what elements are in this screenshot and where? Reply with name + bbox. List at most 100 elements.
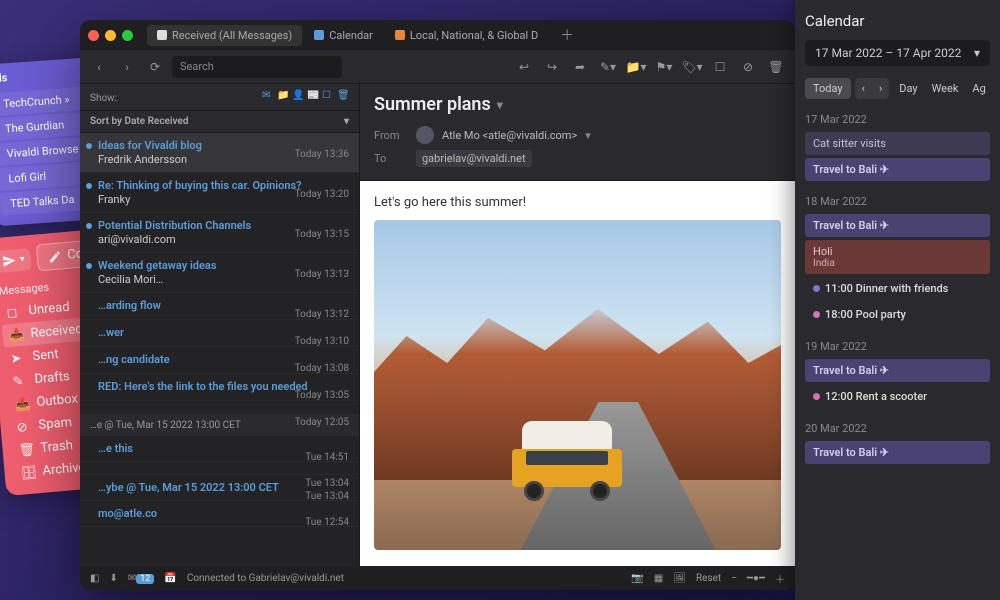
view-ag[interactable]: Ag [966, 78, 991, 99]
app-window: Received (All Messages) Calendar Local, Na… [80, 20, 795, 590]
calendar-event[interactable]: 12:00 Rent a scooter [805, 385, 990, 408]
unread-dot [86, 143, 92, 149]
pencil-icon [47, 249, 62, 264]
tab[interactable]: Received (All Messages) [147, 25, 302, 46]
new-tab-button[interactable]: ＋ [554, 25, 580, 45]
from-value: Atle Mo <atle@vivaldi.com> [442, 129, 577, 142]
tab-bar: Received (All Messages) Calendar Local, Na… [80, 20, 795, 50]
image-toggle-icon[interactable]: 🖼 [673, 573, 686, 584]
filter-icon[interactable]: ✉ [262, 90, 274, 102]
tiling-icon[interactable]: ▦ [654, 573, 663, 584]
calendar-event[interactable]: Travel to Bali ✈ [805, 214, 990, 237]
calendar-event[interactable]: Travel to Bali ✈ [805, 158, 990, 181]
tag-button[interactable]: 🏷▾ [681, 56, 703, 78]
message-item[interactable]: …ybe @ Tue, Mar 15 2022 13:00 CETTue 13:… [80, 475, 359, 501]
move-button[interactable]: 📁▾ [625, 56, 647, 78]
today-button[interactable]: Today [805, 78, 851, 99]
filter-icon[interactable]: 📰 [307, 90, 319, 102]
unread-dot [86, 183, 92, 189]
forward-mail-button[interactable]: ➦ [569, 56, 591, 78]
calendar-event[interactable]: 11:00 Dinner with friends [805, 277, 990, 300]
calendar-day: 19 Mar 2022Travel to Bali ✈12:00 Rent a … [805, 340, 990, 408]
archive-button[interactable]: ☐ [709, 56, 731, 78]
calendar-event[interactable]: Travel to Bali ✈ [805, 359, 990, 382]
minimize-window-button[interactable] [105, 30, 116, 41]
calendar-event[interactable]: Cat sitter visits [805, 132, 990, 155]
view-week[interactable]: Week [926, 78, 965, 99]
mail-status-icon[interactable]: ✉12 [128, 573, 155, 584]
zoom-slider[interactable]: ━●━ [747, 573, 765, 584]
back-button[interactable]: ‹ [88, 56, 110, 78]
toolbar: ‹ › ⟳ Search ↩ ↪ ➦ ✎▾ 📁▾ ⚑▾ 🏷▾ ☐ ⊘ 🗑 [80, 50, 795, 84]
message-time: Today 12:05 [295, 417, 349, 428]
zoom-reset[interactable]: Reset [696, 573, 721, 584]
message-item[interactable]: Ideas for Vivaldi blogFredrik AnderssonT… [80, 133, 359, 173]
forward-button[interactable]: › [116, 56, 138, 78]
reply-all-button[interactable]: ↪ [541, 56, 563, 78]
account-dropdown[interactable]: ▾ [0, 248, 31, 273]
next-button[interactable]: › [872, 78, 889, 99]
search-input[interactable]: Search [172, 56, 342, 78]
sort-header[interactable]: Sort by Date Received ▾ [80, 111, 359, 133]
trash-icon: 🗑 [18, 442, 33, 457]
calendar-range[interactable]: 17 Mar 2022 – 17 Apr 2022 ▾ [805, 40, 990, 66]
window-controls [88, 30, 133, 41]
zoom-out-button[interactable]: − [731, 573, 737, 584]
message-item[interactable]: …werToday 13:10 [80, 320, 359, 347]
tab[interactable]: Local, National, & Global D [385, 25, 548, 46]
close-window-button[interactable] [88, 30, 99, 41]
show-label: Show: [90, 93, 117, 104]
compose-dropdown[interactable]: ✎▾ [597, 56, 619, 78]
calendar-event[interactable]: HoliIndia [805, 240, 990, 274]
delete-button[interactable]: 🗑 [765, 56, 787, 78]
message-time: Today 13:20 [295, 189, 349, 200]
sender-avatar [416, 126, 434, 144]
unread-dot [86, 223, 92, 229]
status-bar: ◧ ⬇ ✉12 📅 Connected to Gabrielav@vivaldi… [80, 566, 795, 590]
reload-button[interactable]: ⟳ [144, 56, 166, 78]
camera-icon[interactable]: 📷 [631, 573, 643, 584]
filter-icon[interactable]: 👤 [292, 90, 304, 102]
message-item[interactable]: Tue 13:04 [80, 462, 359, 475]
calendar-panel: Calendar 17 Mar 2022 – 17 Apr 2022 ▾ Tod… [795, 0, 1000, 600]
message-item[interactable]: Potential Distribution Channelsari@vival… [80, 213, 359, 253]
message-time: Today 13:13 [295, 269, 349, 280]
message-item[interactable]: Re: Thinking of buying this car. Opinion… [80, 173, 359, 213]
maximize-window-button[interactable] [122, 30, 133, 41]
calendar-status-icon[interactable]: 📅 [164, 573, 176, 584]
archive-icon: 🗄 [20, 465, 35, 480]
flag-button[interactable]: ⚑▾ [653, 56, 675, 78]
zoom-in-button[interactable]: ＋ [775, 571, 785, 586]
calendar-event[interactable]: 18:00 Pool party [805, 303, 990, 326]
chevron-down-icon[interactable]: ▾ [585, 129, 591, 142]
message-item[interactable]: Weekend getaway ideasCecilia Mori…Today … [80, 253, 359, 293]
filter-icon[interactable]: 🗑 [337, 90, 349, 102]
filter-icons[interactable]: ✉ 📁 👤 📰 ☐ 🗑 [262, 90, 349, 102]
tab-favicon [395, 30, 405, 40]
panel-toggle-icon[interactable]: ◧ [90, 573, 99, 584]
tab-label: Calendar [329, 29, 373, 42]
prev-button[interactable]: ‹ [855, 78, 872, 99]
draft-icon: ✎ [12, 373, 27, 388]
downloads-icon[interactable]: ⬇ [109, 573, 117, 584]
inbox-icon: 📥 [8, 328, 23, 343]
message-item[interactable]: RED: Here's the link to the files you ne… [80, 374, 359, 401]
chevron-down-icon[interactable]: ▾ [497, 98, 503, 112]
reply-button[interactable]: ↩ [513, 56, 535, 78]
spam-button[interactable]: ⊘ [737, 56, 759, 78]
filter-icon[interactable]: 📁 [277, 90, 289, 102]
message-item[interactable]: Today 12:05 [80, 401, 359, 415]
message-item[interactable]: mo@atle.coTue 12:54 [80, 501, 359, 527]
filter-icon[interactable]: ☐ [322, 90, 334, 102]
status-text: Connected to Gabrielav@vivaldi.net [187, 573, 344, 584]
message-time: Tue 12:54 [305, 517, 349, 528]
message-body: Let's go here this summer! [360, 181, 795, 566]
message-item[interactable]: …e thisTue 14:51 [80, 436, 359, 462]
tab-favicon [157, 30, 167, 40]
message-item[interactable]: …ng candidateToday 13:08 [80, 347, 359, 374]
tab[interactable]: Calendar [304, 25, 383, 46]
message-item[interactable]: …arding flowToday 13:12 [80, 293, 359, 320]
message-text: Let's go here this summer! [374, 195, 781, 210]
view-day[interactable]: Day [893, 78, 923, 99]
calendar-event[interactable]: Travel to Bali ✈ [805, 441, 990, 464]
